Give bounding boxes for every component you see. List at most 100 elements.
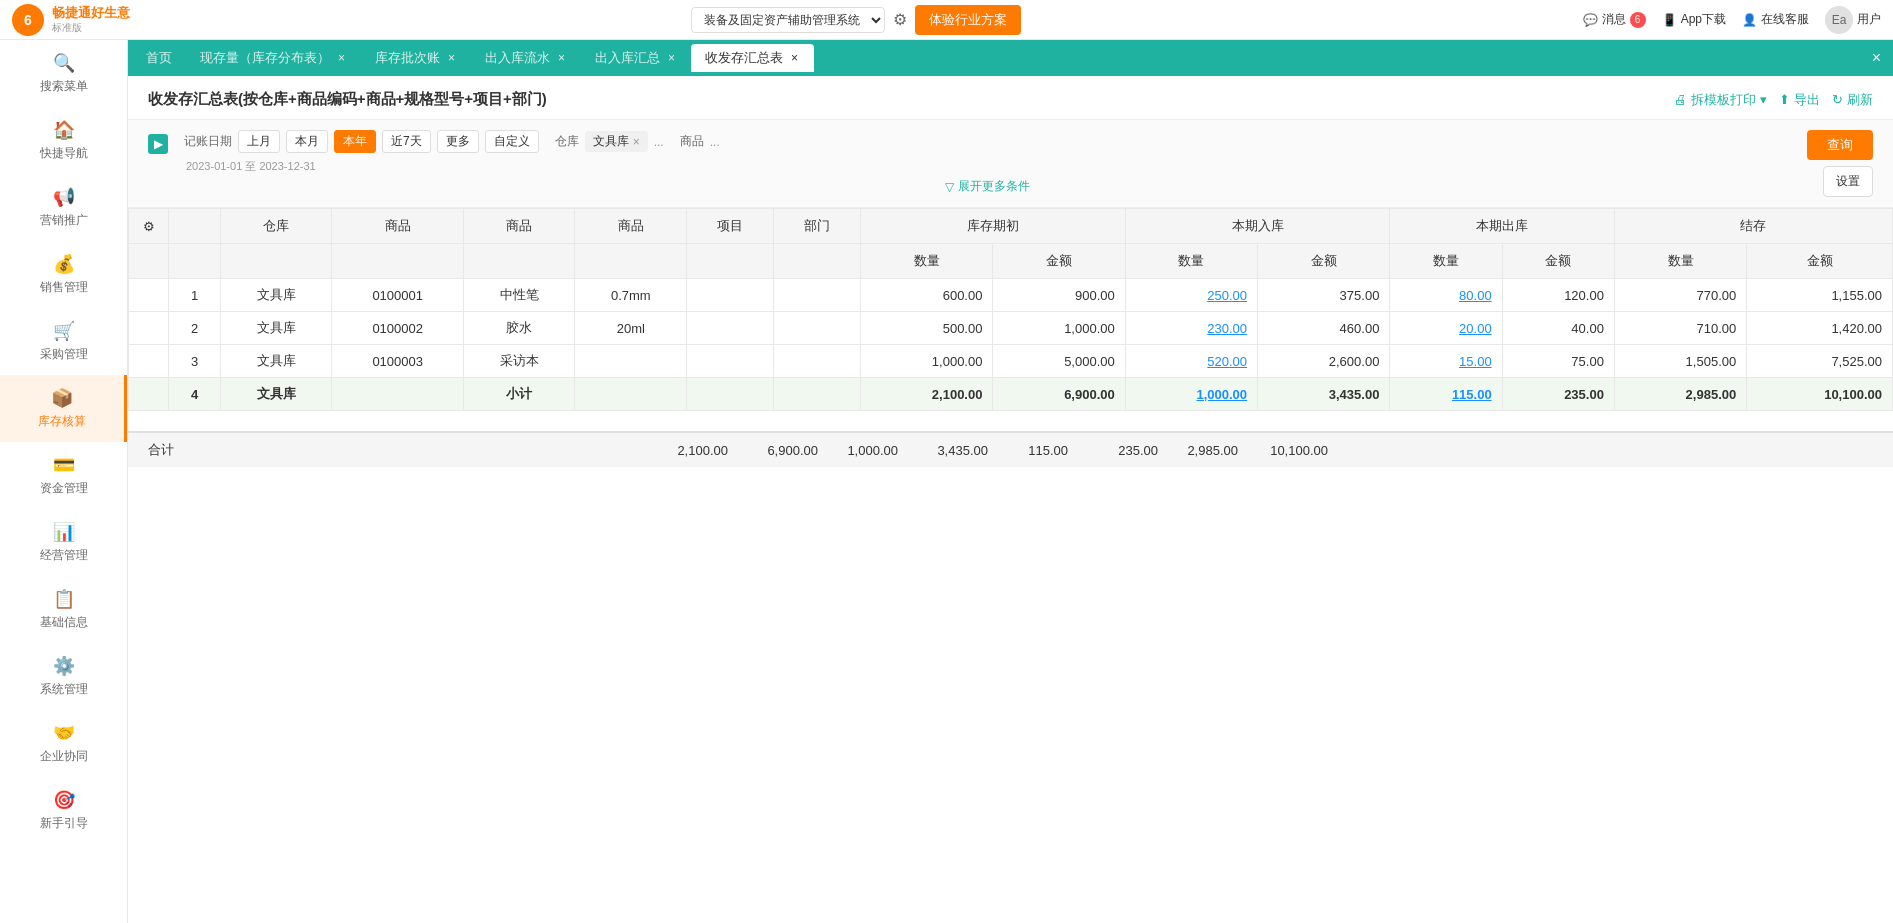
system-select[interactable]: 装备及固定资产辅助管理系统 [691,7,885,33]
tab-close-batch[interactable]: × [446,51,457,65]
th-goods-name: 商品 [464,209,575,244]
row1-out-qty[interactable]: 80.00 [1390,279,1502,312]
tab-summary[interactable]: 出入库汇总 × [581,44,691,72]
row3-project [687,345,774,378]
collapse-arrow-icon[interactable]: ▶ [148,134,168,154]
sidebar-item-search[interactable]: 🔍 搜索菜单 [0,40,127,107]
page-title: 收发存汇总表(按仓库+商品编码+商品+规格型号+项目+部门) [148,90,547,109]
row3-in-amount: 2,600.00 [1258,345,1390,378]
expand-more-btn[interactable]: ▽ 展开更多条件 [945,178,1030,195]
try-btn[interactable]: 体验行业方案 [915,5,1021,35]
th-goods-code: 商品 [332,209,464,244]
row2-goods-spec: 20ml [575,312,687,345]
goods-filter: 商品 ... [680,133,720,150]
tab-close-flow[interactable]: × [556,51,567,65]
row3-out-qty[interactable]: 15.00 [1390,345,1502,378]
row2-in-qty[interactable]: 230.00 [1125,312,1257,345]
warehouse-filter: 仓库 文具库 × ... [555,131,664,152]
tab-recv-send[interactable]: 收发存汇总表 × [691,44,814,72]
expand-row: ▽ 展开更多条件 [184,178,1791,195]
date-btn-7days[interactable]: 近7天 [382,130,431,153]
sidebar-item-base-info[interactable]: 📋 基础信息 [0,576,127,643]
sidebar-item-operations[interactable]: 📊 经营管理 [0,509,127,576]
refresh-btn[interactable]: ↻ 刷新 [1832,91,1873,109]
total-in-amount: 3,435.00 [898,443,988,458]
row1-in-qty[interactable]: 250.00 [1125,279,1257,312]
sidebar-item-marketing[interactable]: 📢 营销推广 [0,174,127,241]
th-seq-sub [169,244,221,279]
row3-in-qty[interactable]: 520.00 [1125,345,1257,378]
table-row: 2 文具库 0100002 胶水 20ml 500.00 1,000.00 [129,312,1893,345]
print-btn[interactable]: 🖨 拆模板打印 ▾ [1674,91,1767,109]
tab-close-recv-send[interactable]: × [789,51,800,65]
row4-in-qty[interactable]: 1,000.00 [1125,378,1257,411]
row2-warehouse: 文具库 [221,312,332,345]
total-out-qty: 115.00 [988,443,1068,458]
row2-start-qty: 500.00 [861,312,993,345]
warehouse-tag-close-btn[interactable]: × [633,135,640,149]
total-values: 2,100.00 6,900.00 1,000.00 3,435.00 115.… [228,443,1873,458]
row4-out-qty[interactable]: 115.00 [1390,378,1502,411]
th-period-in: 本期入库 [1125,209,1390,244]
th-in-amount: 金额 [1258,244,1390,279]
page-content: 收发存汇总表(按仓库+商品编码+商品+规格型号+项目+部门) 🖨 拆模板打印 ▾… [128,76,1893,923]
sidebar-item-guide[interactable]: 🎯 新手引导 [0,777,127,844]
th-start-amount: 金额 [993,244,1125,279]
export-btn[interactable]: ⬆ 导出 [1779,91,1820,109]
tab-batch[interactable]: 库存批次账 × [361,44,471,72]
search-icon: 🔍 [53,52,75,74]
service-icon: 👤 [1742,13,1757,27]
row4-bal-qty: 2,985.00 [1614,378,1746,411]
sidebar-item-quick-nav[interactable]: 🏠 快捷导航 [0,107,127,174]
sidebar-item-purchase[interactable]: 🛒 采购管理 [0,308,127,375]
th-bal-amount: 金额 [1747,244,1893,279]
tab-stock-dist[interactable]: 现存量（库存分布表） × [186,44,361,72]
app-name: 畅捷通好生意 [52,5,130,22]
home-icon: 🏠 [53,119,75,141]
tab-bar-close-btn[interactable]: × [1864,49,1889,67]
th-department-sub [774,244,861,279]
row2-project [687,312,774,345]
tab-home[interactable]: 首页 [132,44,186,72]
online-service-btn[interactable]: 👤 在线客服 [1742,11,1809,28]
date-btn-custom[interactable]: 自定义 [485,130,539,153]
tab-close-stock-dist[interactable]: × [336,51,347,65]
purchase-icon: 🛒 [53,320,75,342]
settings-gear-icon[interactable]: ⚙ [893,10,907,29]
warehouse-more-btn[interactable]: ... [654,135,664,149]
logo-icon: 6 [12,4,44,36]
row3-department [774,345,861,378]
messages-btn[interactable]: 💬 消息 6 [1583,11,1646,28]
content-area: 首页 现存量（库存分布表） × 库存批次账 × 出入库流水 × 出入库汇总 × [128,40,1893,923]
date-btn-last-month[interactable]: 上月 [238,130,280,153]
sidebar-item-inventory[interactable]: 📦 库存核算 [0,375,127,442]
sidebar-item-system[interactable]: ⚙️ 系统管理 [0,643,127,710]
sidebar-item-finance[interactable]: 💳 资金管理 [0,442,127,509]
total-bal-qty: 2,985.00 [1158,443,1238,458]
date-btn-more[interactable]: 更多 [437,130,479,153]
settings-panel-btn[interactable]: 设置 [1823,166,1873,197]
row1-start-amount: 900.00 [993,279,1125,312]
th-seq [169,209,221,244]
filter-section: ▶ 记账日期 上月 本月 本年 [128,120,1893,208]
row1-department [774,279,861,312]
row3-bal-qty: 1,505.00 [1614,345,1746,378]
app-download-btn[interactable]: 📱 App下载 [1662,11,1726,28]
row4-goods-spec [575,378,687,411]
sidebar-item-sales[interactable]: 💰 销售管理 [0,241,127,308]
app-download-icon: 📱 [1662,13,1677,27]
th-goods-spec-sub [575,244,687,279]
tab-close-summary[interactable]: × [666,51,677,65]
query-btn[interactable]: 查询 [1807,130,1873,160]
date-btn-this-year[interactable]: 本年 [334,130,376,153]
date-btn-this-month[interactable]: 本月 [286,130,328,153]
filter-collapse-toggle: ▶ [148,130,168,154]
sidebar-item-enterprise[interactable]: 🤝 企业协同 [0,710,127,777]
table-subtotal-row: 4 文具库 小计 2,100.00 6,900.00 1,000.0 [129,378,1893,411]
user-menu[interactable]: Ea 用户 [1825,6,1881,34]
operations-icon: 📊 [53,521,75,543]
tab-flow[interactable]: 出入库流水 × [471,44,581,72]
row1-goods-spec: 0.7mm [575,279,687,312]
row2-out-qty[interactable]: 20.00 [1390,312,1502,345]
goods-more-btn[interactable]: ... [710,135,720,149]
